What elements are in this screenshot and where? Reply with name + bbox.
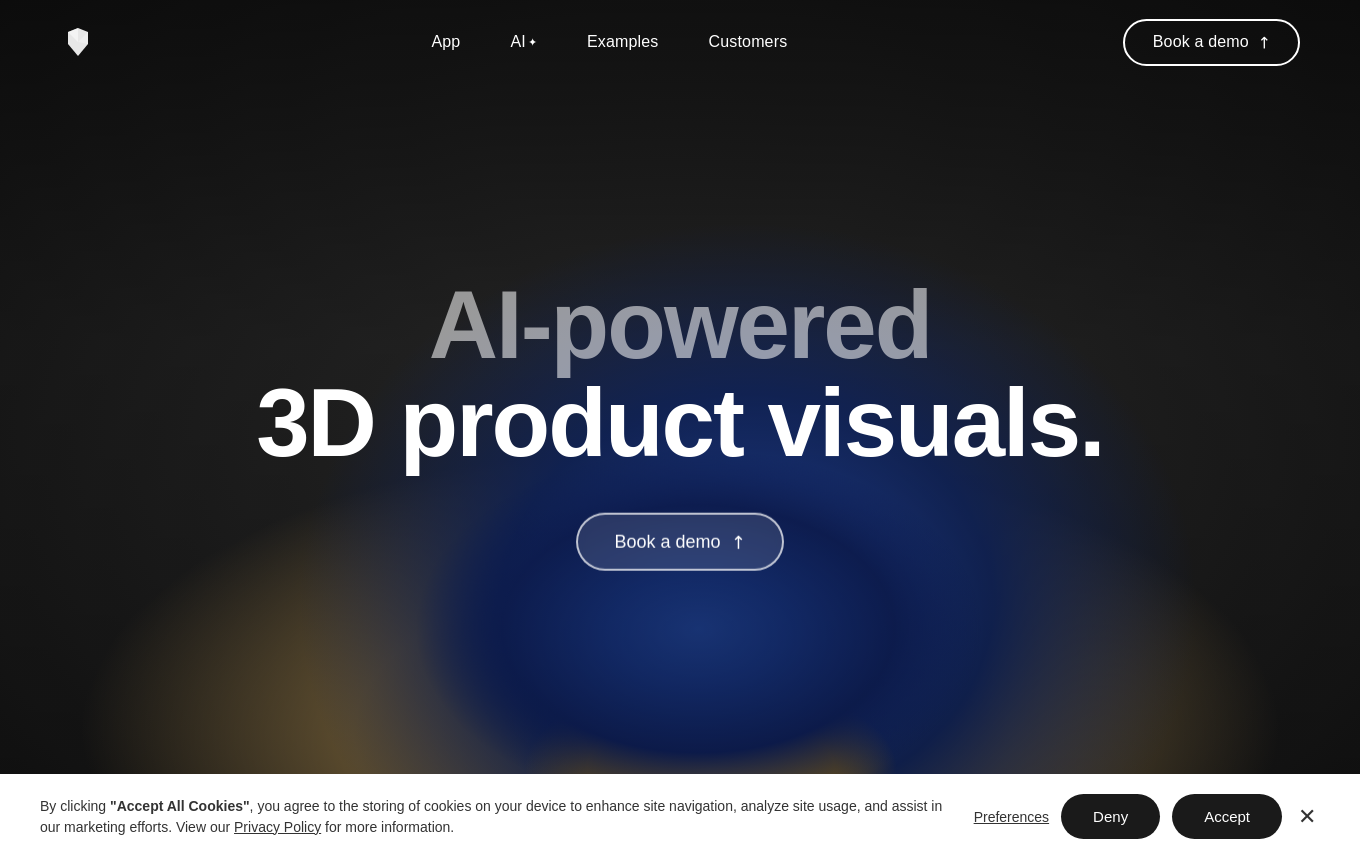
logo[interactable] bbox=[60, 24, 96, 60]
close-icon: ✕ bbox=[1298, 804, 1316, 830]
close-cookie-button[interactable]: ✕ bbox=[1294, 800, 1320, 834]
hero-arrow-icon: ↗ bbox=[725, 529, 751, 555]
hero-content: AI-powered 3D product visuals. Book a de… bbox=[230, 276, 1130, 571]
nav-item-examples[interactable]: Examples bbox=[587, 33, 659, 51]
nav-item-ai[interactable]: AI✦ bbox=[510, 33, 537, 51]
nav-book-demo-label: Book a demo bbox=[1153, 33, 1249, 51]
nav-arrow-icon: ↗ bbox=[1252, 31, 1275, 54]
hero-book-demo-button[interactable]: Book a demo ↗ bbox=[576, 513, 783, 571]
ai-plus-icon: ✦ bbox=[528, 37, 537, 48]
cookie-text: By clicking "Accept All Cookies", you ag… bbox=[40, 796, 954, 838]
nav-links: App AI✦ Examples Customers bbox=[431, 33, 787, 51]
cookie-banner: By clicking "Accept All Cookies", you ag… bbox=[0, 774, 1360, 859]
cookie-actions: Preferences Deny Accept ✕ bbox=[974, 794, 1320, 839]
deny-button[interactable]: Deny bbox=[1061, 794, 1160, 839]
nav-item-customers[interactable]: Customers bbox=[709, 33, 788, 51]
hero-title-line2: 3D product visuals. bbox=[230, 372, 1130, 473]
nav-book-demo-button[interactable]: Book a demo ↗ bbox=[1123, 19, 1300, 66]
navigation: App AI✦ Examples Customers Book a demo ↗ bbox=[0, 0, 1360, 84]
nav-item-app[interactable]: App bbox=[431, 33, 460, 51]
privacy-policy-link[interactable]: Privacy Policy bbox=[234, 819, 321, 835]
hero-cta-label: Book a demo bbox=[614, 532, 720, 553]
accept-button[interactable]: Accept bbox=[1172, 794, 1282, 839]
preferences-button[interactable]: Preferences bbox=[974, 809, 1049, 825]
hero-title-line1: AI-powered bbox=[230, 276, 1130, 372]
